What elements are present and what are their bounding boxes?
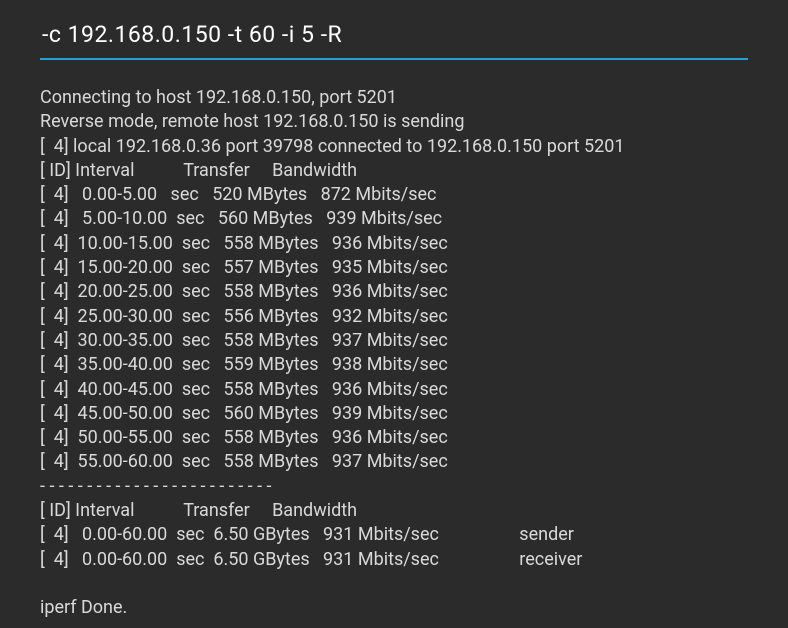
summary-sender: [ 4] 0.00-60.00 sec 6.50 GBytes 931 Mbit… bbox=[40, 524, 574, 545]
interval-row: [ 4] 25.00-30.00 sec 556 MBytes 932 Mbit… bbox=[40, 306, 448, 327]
connect-line: Connecting to host 192.168.0.150, port 5… bbox=[40, 87, 397, 108]
interval-header: [ ID] Interval Transfer Bandwidth bbox=[40, 160, 357, 181]
interval-row: [ 4] 45.00-50.00 sec 560 MBytes 939 Mbit… bbox=[40, 403, 448, 424]
terminal-output: Connecting to host 192.168.0.150, port 5… bbox=[0, 60, 788, 621]
separator: - - - - - - - - - - - - - - - - - - - - … bbox=[40, 476, 272, 497]
command-args-input[interactable] bbox=[40, 21, 748, 60]
interval-row: [ 4] 10.00-15.00 sec 558 MBytes 936 Mbit… bbox=[40, 233, 448, 254]
interval-row: [ 4] 35.00-40.00 sec 559 MBytes 938 Mbit… bbox=[40, 354, 448, 375]
interval-row: [ 4] 5.00-10.00 sec 560 MBytes 939 Mbits… bbox=[40, 208, 442, 229]
interval-row: [ 4] 50.00-55.00 sec 558 MBytes 936 Mbit… bbox=[40, 427, 448, 448]
reverse-line: Reverse mode, remote host 192.168.0.150 … bbox=[40, 111, 464, 132]
command-args-field-wrapper bbox=[0, 0, 788, 60]
interval-row: [ 4] 0.00-5.00 sec 520 MBytes 872 Mbits/… bbox=[40, 184, 436, 205]
interval-row: [ 4] 40.00-45.00 sec 558 MBytes 936 Mbit… bbox=[40, 379, 448, 400]
interval-row: [ 4] 30.00-35.00 sec 558 MBytes 937 Mbit… bbox=[40, 330, 448, 351]
interval-row: [ 4] 55.00-60.00 sec 558 MBytes 937 Mbit… bbox=[40, 451, 448, 472]
local-line: [ 4] local 192.168.0.36 port 39798 conne… bbox=[40, 136, 624, 157]
summary-receiver: [ 4] 0.00-60.00 sec 6.50 GBytes 931 Mbit… bbox=[40, 549, 582, 570]
done-line: iperf Done. bbox=[40, 597, 127, 618]
interval-row: [ 4] 15.00-20.00 sec 557 MBytes 935 Mbit… bbox=[40, 257, 448, 278]
summary-header: [ ID] Interval Transfer Bandwidth bbox=[40, 500, 357, 521]
interval-row: [ 4] 20.00-25.00 sec 558 MBytes 936 Mbit… bbox=[40, 281, 448, 302]
